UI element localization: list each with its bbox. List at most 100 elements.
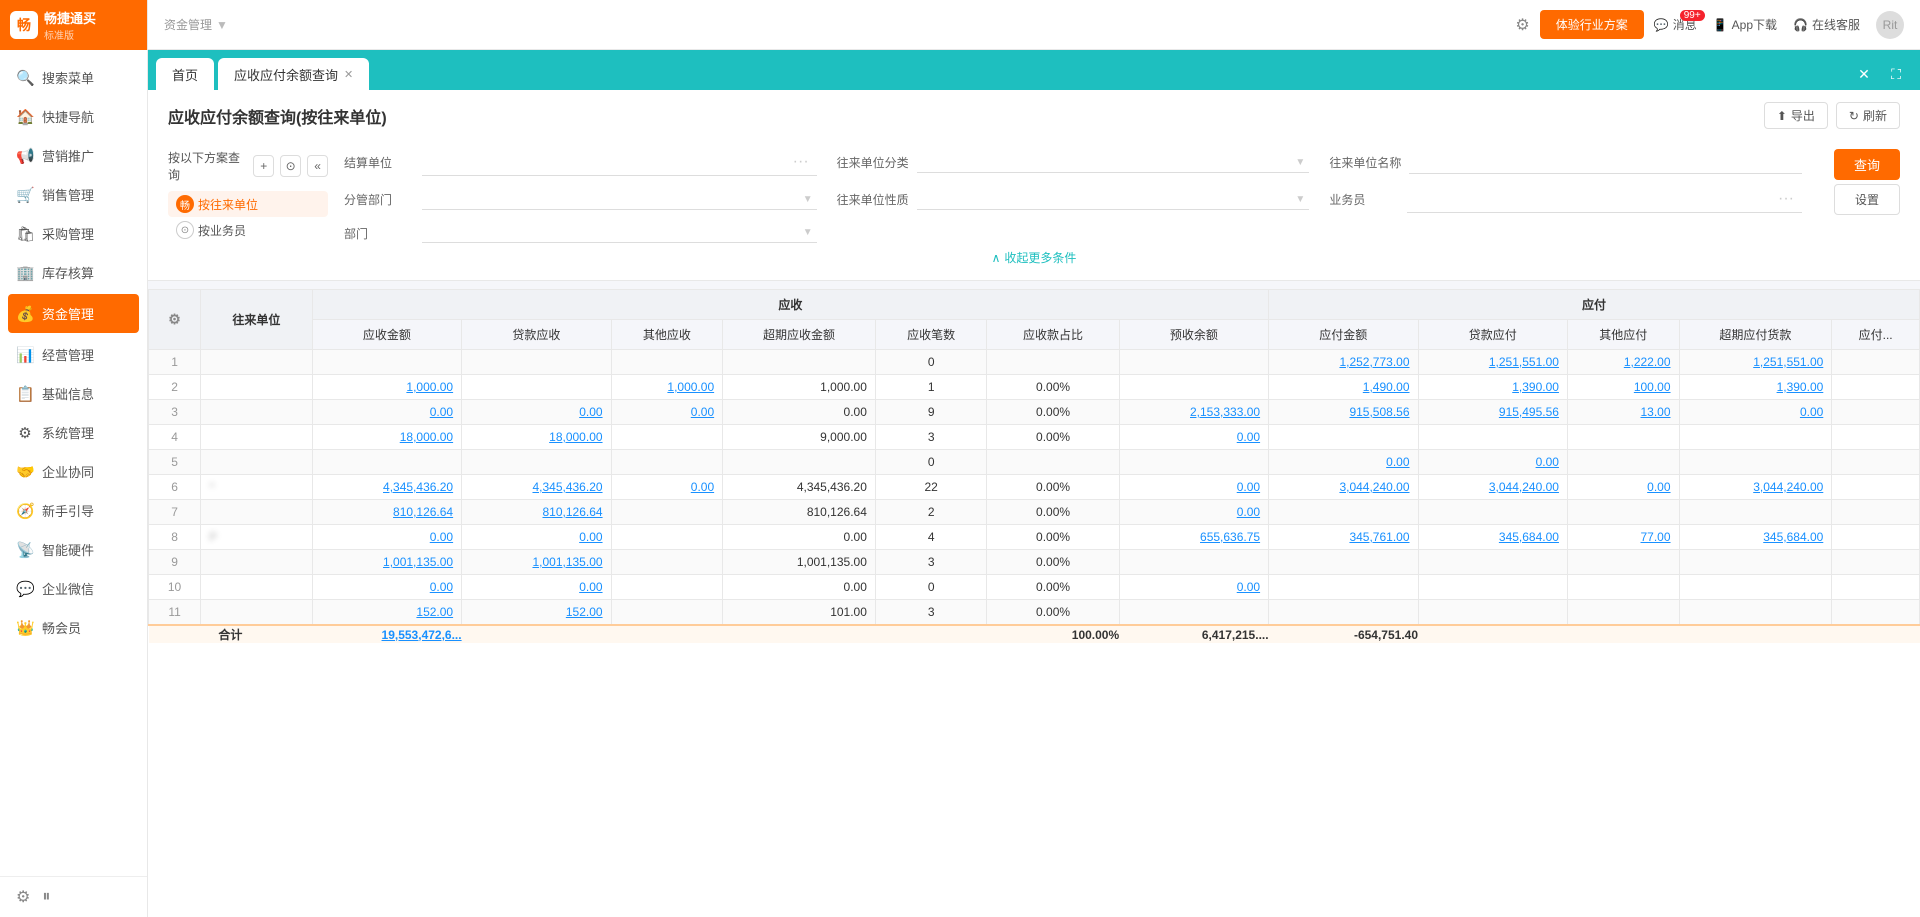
cell-12[interactable] <box>1679 450 1832 475</box>
sidebar-item-finance[interactable]: 💰资金管理 <box>8 294 139 333</box>
cell-10[interactable] <box>1418 575 1567 600</box>
cell-8[interactable] <box>1119 350 1268 375</box>
collapse-scheme-btn[interactable]: « <box>307 155 328 177</box>
cell-2[interactable]: 18,000.00 <box>312 425 461 450</box>
cell-8[interactable]: 655,636.75 <box>1119 525 1268 550</box>
cell-11[interactable] <box>1567 600 1679 626</box>
cell-3[interactable]: 0.00 <box>462 400 611 425</box>
cell-4[interactable] <box>611 575 723 600</box>
cell-4[interactable] <box>611 425 723 450</box>
cell-4[interactable] <box>611 550 723 575</box>
sidebar-item-marketing[interactable]: 📢营销推广 <box>0 136 147 175</box>
sidebar-item-inventory[interactable]: 🏢库存核算 <box>0 253 147 292</box>
cell-4[interactable] <box>611 600 723 626</box>
sidebar-item-nav[interactable]: 🏠快捷导航 <box>0 97 147 136</box>
tab-maximize[interactable]: ⛶ <box>1884 62 1908 86</box>
settlement-input[interactable]: ··· <box>422 149 817 176</box>
sidebar-item-wechat[interactable]: 💬企业微信 <box>0 569 147 608</box>
cell-12[interactable]: 1,390.00 <box>1679 375 1832 400</box>
cell-9[interactable]: 345,761.00 <box>1269 525 1418 550</box>
cell-2[interactable] <box>312 450 461 475</box>
cell-3[interactable]: 18,000.00 <box>462 425 611 450</box>
cell-3[interactable]: 4,345,436.20 <box>462 475 611 500</box>
query-button[interactable]: 查询 <box>1834 149 1900 180</box>
scheme-by-salesperson[interactable]: ⊙ 按业务员 <box>168 217 328 243</box>
cell-3[interactable]: 152.00 <box>462 600 611 626</box>
cell-10[interactable]: 1,251,551.00 <box>1418 350 1567 375</box>
cell-8[interactable]: 0.00 <box>1119 425 1268 450</box>
sidebar-item-operations[interactable]: 📊经营管理 <box>0 335 147 374</box>
footer-receivable-amount[interactable]: 19,553,472,6... <box>312 625 461 643</box>
collapse-btn[interactable]: ∧ 收起更多条件 <box>168 243 1900 272</box>
cell-4[interactable]: 0.00 <box>611 400 723 425</box>
cell-3[interactable]: 0.00 <box>462 575 611 600</box>
settings-icon[interactable]: ⚙ <box>16 887 30 907</box>
cell-11[interactable] <box>1567 575 1679 600</box>
cell-2[interactable]: 810,126.64 <box>312 500 461 525</box>
cell-10[interactable] <box>1418 600 1567 626</box>
cell-3[interactable]: 0.00 <box>462 525 611 550</box>
cell-8[interactable] <box>1119 550 1268 575</box>
notification-area[interactable]: 💬 消息 99+ <box>1654 16 1697 33</box>
cell-10[interactable]: 1,390.00 <box>1418 375 1567 400</box>
cell-9[interactable]: 915,508.56 <box>1269 400 1418 425</box>
promo-button[interactable]: 体验行业方案 <box>1540 10 1644 39</box>
cell-2[interactable]: 1,000.00 <box>312 375 461 400</box>
cell-11[interactable] <box>1567 550 1679 575</box>
cell-9[interactable] <box>1269 550 1418 575</box>
sidebar-item-sales[interactable]: 🛒销售管理 <box>0 175 147 214</box>
collapse-icon[interactable]: ⏸ <box>42 888 50 906</box>
cell-8[interactable] <box>1119 450 1268 475</box>
sidebar-item-search[interactable]: 🔍搜索菜单 <box>0 58 147 97</box>
cell-2[interactable]: 0.00 <box>312 525 461 550</box>
sidebar-item-guide[interactable]: 🧭新手引导 <box>0 491 147 530</box>
cell-2[interactable]: 4,345,436.20 <box>312 475 461 500</box>
cell-9[interactable] <box>1269 425 1418 450</box>
cell-2[interactable] <box>312 350 461 375</box>
tab-close-window[interactable]: ✕ <box>1852 62 1876 86</box>
tab-receivable[interactable]: 应收应付余额查询 ✕ <box>218 58 369 90</box>
cell-8[interactable]: 0.00 <box>1119 500 1268 525</box>
cell-11[interactable]: 13.00 <box>1567 400 1679 425</box>
cell-9[interactable] <box>1269 600 1418 626</box>
cell-4[interactable]: 1,000.00 <box>611 375 723 400</box>
scheme-by-unit[interactable]: 畅 按往来单位 <box>168 191 328 217</box>
cell-9[interactable] <box>1269 500 1418 525</box>
cell-9[interactable] <box>1269 575 1418 600</box>
cell-12[interactable] <box>1679 550 1832 575</box>
cell-12[interactable]: 345,684.00 <box>1679 525 1832 550</box>
online-service[interactable]: 🎧 在线客服 <box>1793 16 1860 33</box>
unit-category-select[interactable]: ▼ <box>917 153 1310 173</box>
cell-11[interactable] <box>1567 450 1679 475</box>
cell-9[interactable]: 0.00 <box>1269 450 1418 475</box>
cell-4[interactable] <box>611 500 723 525</box>
cell-11[interactable] <box>1567 500 1679 525</box>
cell-12[interactable] <box>1679 425 1832 450</box>
cell-11[interactable] <box>1567 425 1679 450</box>
gear-icon[interactable]: ⚙ <box>1515 15 1529 35</box>
cell-9[interactable]: 1,252,773.00 <box>1269 350 1418 375</box>
cell-3[interactable]: 1,001,135.00 <box>462 550 611 575</box>
sidebar-item-cooperation[interactable]: 🤝企业协同 <box>0 452 147 491</box>
cell-8[interactable] <box>1119 600 1268 626</box>
sidebar-item-hardware[interactable]: 📡智能硬件 <box>0 530 147 569</box>
cell-2[interactable]: 0.00 <box>312 575 461 600</box>
dept-managed-select[interactable]: ▼ <box>422 190 817 210</box>
cell-2[interactable]: 0.00 <box>312 400 461 425</box>
sidebar-item-purchase[interactable]: 🛍采购管理 <box>0 214 147 253</box>
cell-3[interactable]: 810,126.64 <box>462 500 611 525</box>
department-select[interactable]: ▼ <box>422 223 817 243</box>
settings-button[interactable]: 设置 <box>1834 184 1900 215</box>
refresh-button[interactable]: ↻ 刷新 <box>1836 102 1900 129</box>
cell-4[interactable] <box>611 525 723 550</box>
cell-8[interactable]: 2,153,333.00 <box>1119 400 1268 425</box>
cell-9[interactable]: 1,490.00 <box>1269 375 1418 400</box>
cell-10[interactable]: 345,684.00 <box>1418 525 1567 550</box>
salesperson-input[interactable]: ··· <box>1407 186 1802 213</box>
cell-12[interactable]: 3,044,240.00 <box>1679 475 1832 500</box>
cell-10[interactable] <box>1418 425 1567 450</box>
app-download[interactable]: 📱 App下载 <box>1713 16 1777 33</box>
cell-11[interactable]: 100.00 <box>1567 375 1679 400</box>
cell-2[interactable]: 1,001,135.00 <box>312 550 461 575</box>
cell-3[interactable] <box>462 350 611 375</box>
